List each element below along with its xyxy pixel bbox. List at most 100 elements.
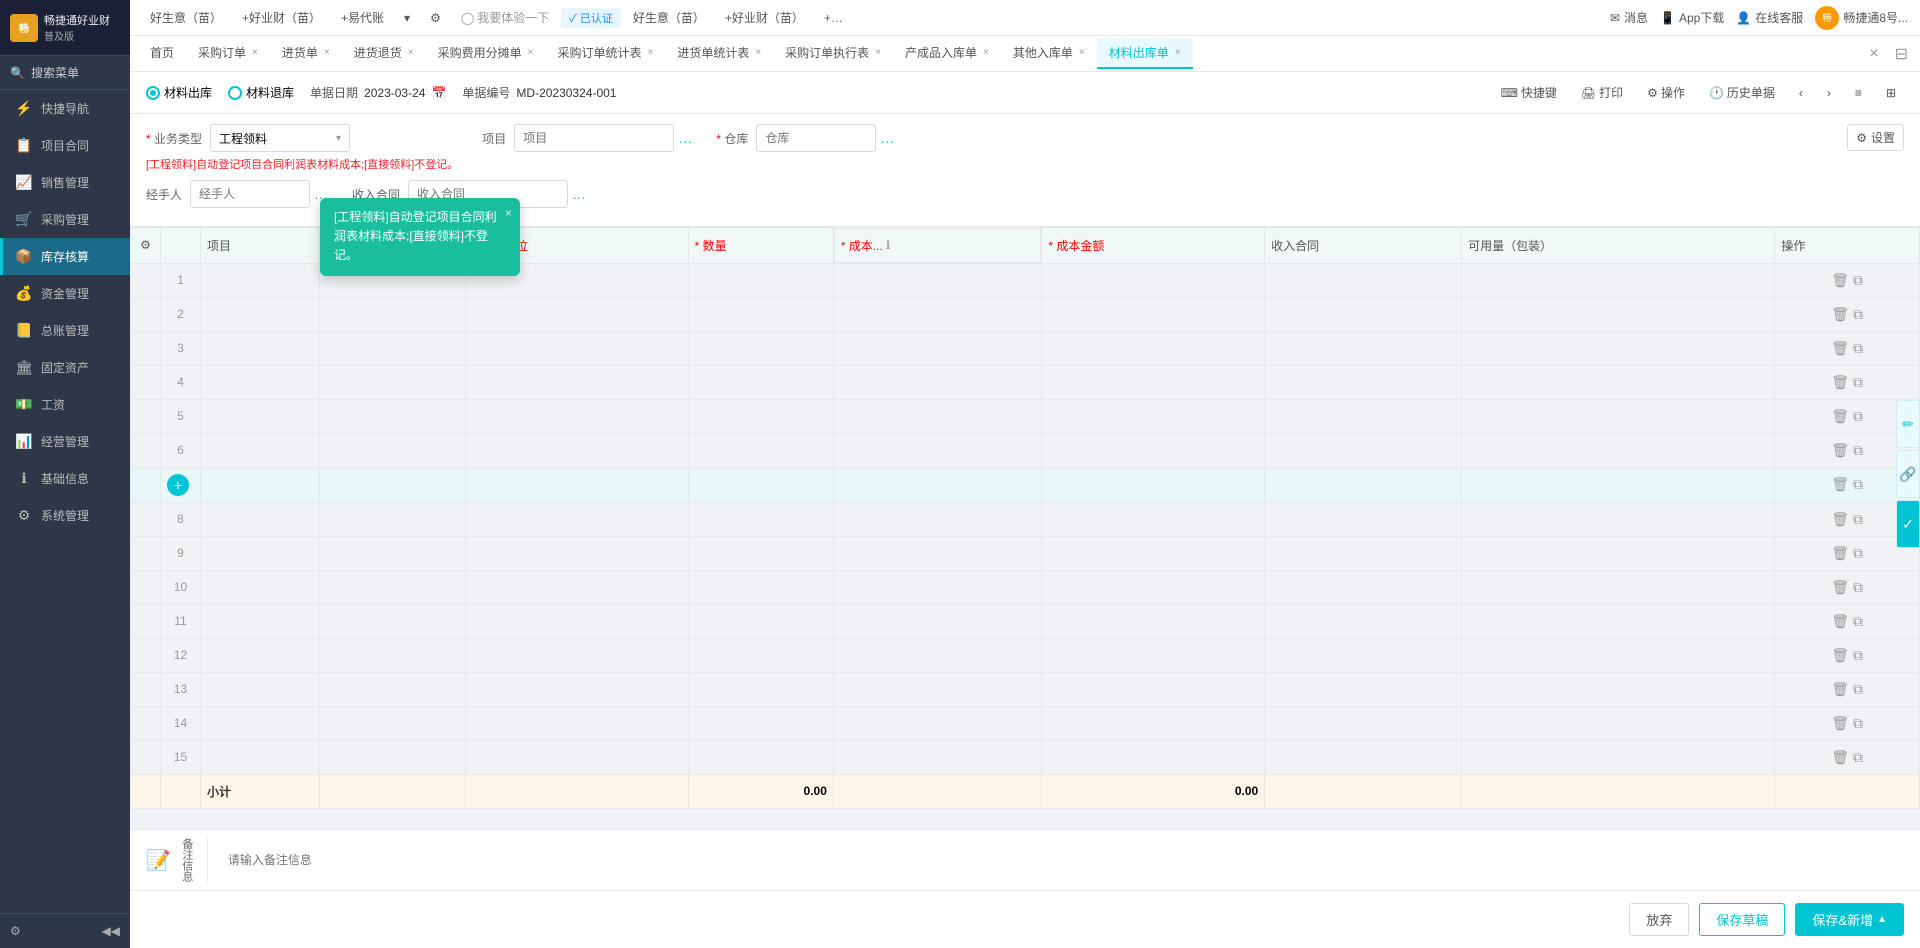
- row-14-quantity[interactable]: [688, 706, 833, 740]
- topbar-more-dropdown[interactable]: ▾: [396, 7, 418, 29]
- row-13-income-contract[interactable]: [1265, 672, 1462, 706]
- row-10-cost[interactable]: [833, 570, 1041, 604]
- row-10-income-contract[interactable]: [1265, 570, 1462, 604]
- row-12-cost[interactable]: [833, 638, 1041, 672]
- row-10-cost-amount[interactable]: [1042, 570, 1265, 604]
- row-8-income-contract[interactable]: [1265, 502, 1462, 536]
- row-4-cost-amount[interactable]: [1042, 365, 1265, 399]
- tabbar-close-all[interactable]: ×: [1865, 45, 1882, 63]
- row-12-project[interactable]: [201, 638, 320, 672]
- row-5-quantity[interactable]: [688, 399, 833, 433]
- row-2-copy-btn[interactable]: ⧉: [1853, 306, 1863, 323]
- row-2-cost[interactable]: [833, 297, 1041, 331]
- sidebar-item-ledger[interactable]: 📒 总账管理: [0, 312, 130, 349]
- tab-inbound-stat[interactable]: 进货单统计表×: [665, 38, 773, 69]
- row-3-cost[interactable]: [833, 331, 1041, 365]
- shortcut-btn[interactable]: ⌨ 快捷键: [1493, 80, 1565, 105]
- row-8-quantity[interactable]: [688, 502, 833, 536]
- topbar-item-finance2[interactable]: +好业财（苗）: [717, 5, 812, 30]
- radio-material-outbound[interactable]: 材料出库: [146, 84, 212, 101]
- topbar-settings-icon[interactable]: ⚙: [422, 7, 449, 29]
- sidebar-item-nav[interactable]: ⚡ 快捷导航: [0, 90, 130, 127]
- topbar-item-proxy[interactable]: +易代账: [333, 5, 392, 30]
- row-5-copy-btn[interactable]: ⧉: [1853, 408, 1863, 425]
- row-15-copy-btn[interactable]: ⧉: [1853, 749, 1863, 766]
- project-input[interactable]: [514, 124, 674, 152]
- tab-close-inbound-return[interactable]: ×: [408, 47, 414, 58]
- row-15-material[interactable]: [320, 740, 465, 774]
- row-14-project[interactable]: [201, 706, 320, 740]
- row-13-cost[interactable]: [833, 672, 1041, 706]
- calendar-icon[interactable]: 📅: [431, 86, 446, 100]
- row-13-cost-amount[interactable]: [1042, 672, 1265, 706]
- row-1-delete-btn[interactable]: 🗑: [1831, 272, 1849, 289]
- row-7-income-contract[interactable]: [1265, 467, 1462, 502]
- tab-purchase-cost[interactable]: 采购费用分摊单×: [426, 38, 546, 69]
- search-menu-item[interactable]: 🔍 搜索菜单: [0, 56, 130, 90]
- list-view-btn[interactable]: ≡: [1847, 82, 1870, 104]
- handler-input[interactable]: [190, 180, 310, 208]
- row-6-delete-btn[interactable]: 🗑: [1831, 442, 1849, 459]
- row-1-cost-amount[interactable]: [1042, 263, 1265, 297]
- row-9-quantity[interactable]: [688, 536, 833, 570]
- row-8-copy-btn[interactable]: ⧉: [1853, 511, 1863, 528]
- row-1-income-contract[interactable]: [1265, 263, 1462, 297]
- row-12-unit[interactable]: [465, 638, 688, 672]
- row-4-delete-btn[interactable]: 🗑: [1831, 374, 1849, 391]
- row-13-project[interactable]: [201, 672, 320, 706]
- row-6-unit[interactable]: [465, 433, 688, 467]
- history-btn[interactable]: 🕐 历史单据: [1701, 80, 1783, 105]
- topbar-message[interactable]: ✉ 消息: [1610, 9, 1648, 26]
- topbar-item-more[interactable]: +…: [816, 7, 851, 29]
- topbar-app-download[interactable]: 📱 App下载: [1660, 9, 1724, 26]
- row-11-copy-btn[interactable]: ⧉: [1853, 613, 1863, 630]
- row-12-quantity[interactable]: [688, 638, 833, 672]
- row-6-income-contract[interactable]: [1265, 433, 1462, 467]
- row-11-cost-amount[interactable]: [1042, 604, 1265, 638]
- row-14-cost[interactable]: [833, 706, 1041, 740]
- tab-close-material-outbound[interactable]: ×: [1175, 47, 1181, 58]
- row-10-material[interactable]: [320, 570, 465, 604]
- topbar-item-good-finance[interactable]: +好业财（苗）: [234, 5, 329, 30]
- row-3-material[interactable]: [320, 331, 465, 365]
- row-5-project[interactable]: [201, 399, 320, 433]
- row-9-unit[interactable]: [465, 536, 688, 570]
- sidebar-item-system[interactable]: ⚙ 系统管理: [0, 497, 130, 534]
- row-10-quantity[interactable]: [688, 570, 833, 604]
- row-9-cost-amount[interactable]: [1042, 536, 1265, 570]
- tab-close-inbound-stat[interactable]: ×: [755, 47, 761, 58]
- row-4-quantity[interactable]: [688, 365, 833, 399]
- income-contract-dots-btn[interactable]: …: [572, 186, 586, 202]
- row-7-delete-btn[interactable]: 🗑: [1831, 476, 1849, 493]
- print-btn[interactable]: 🖨 打印: [1573, 80, 1631, 105]
- notes-input[interactable]: [228, 853, 1904, 867]
- tab-purchase-stat[interactable]: 采购订单统计表×: [545, 38, 665, 69]
- row-7-material[interactable]: [320, 467, 465, 502]
- row-3-delete-btn[interactable]: 🗑: [1831, 340, 1849, 357]
- row-6-project[interactable]: [201, 433, 320, 467]
- discard-button[interactable]: 放弃: [1629, 903, 1689, 936]
- row-15-cost-amount[interactable]: [1042, 740, 1265, 774]
- row-13-quantity[interactable]: [688, 672, 833, 706]
- row-5-unit[interactable]: [465, 399, 688, 433]
- row-11-cost[interactable]: [833, 604, 1041, 638]
- tabbar-menu[interactable]: ⊟: [1891, 44, 1912, 64]
- topbar-item-goods[interactable]: 好生意（苗）: [142, 5, 230, 30]
- sidebar-item-assets[interactable]: 🏛 固定资产: [0, 349, 130, 386]
- row-7-cost-amount[interactable]: [1042, 467, 1265, 502]
- row-11-unit[interactable]: [465, 604, 688, 638]
- settings-btn[interactable]: ⚙ 设置: [1847, 124, 1904, 151]
- sidebar-item-sales[interactable]: 📈 销售管理: [0, 164, 130, 201]
- row-3-unit[interactable]: [465, 331, 688, 365]
- row-15-project[interactable]: [201, 740, 320, 774]
- tab-close-product-inbound[interactable]: ×: [983, 47, 989, 58]
- row-13-delete-btn[interactable]: 🗑: [1831, 681, 1849, 698]
- row-4-copy-btn[interactable]: ⧉: [1853, 374, 1863, 391]
- row-12-cost-amount[interactable]: [1042, 638, 1265, 672]
- row-9-delete-btn[interactable]: 🗑: [1831, 545, 1849, 562]
- row-2-delete-btn[interactable]: 🗑: [1831, 306, 1849, 323]
- row-13-copy-btn[interactable]: ⧉: [1853, 681, 1863, 698]
- topbar-trial[interactable]: ◯ 我要体验一下: [453, 5, 557, 30]
- tab-close-purchase-stat[interactable]: ×: [647, 47, 653, 58]
- sidebar-item-finance[interactable]: 💰 资金管理: [0, 275, 130, 312]
